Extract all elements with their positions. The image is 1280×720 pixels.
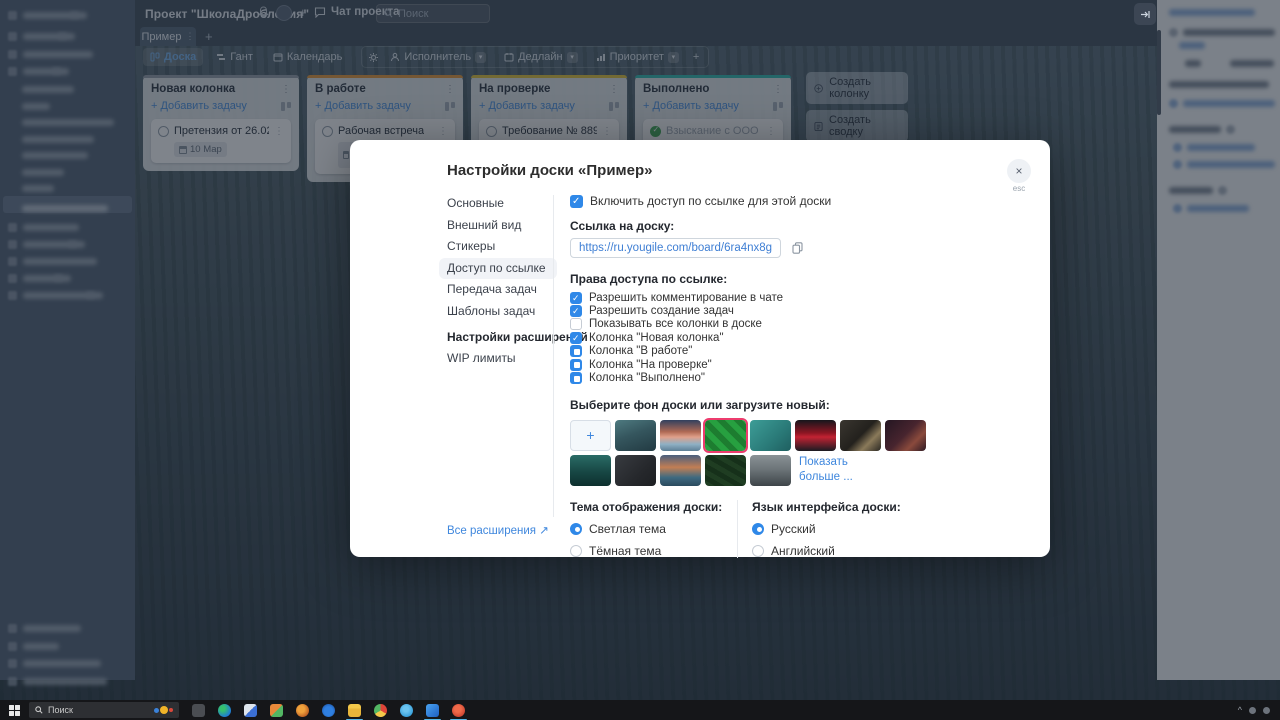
search-highlights-icon (154, 706, 173, 714)
copy-link-icon[interactable] (792, 242, 803, 254)
taskbar-icon-telegram-app[interactable] (400, 703, 413, 717)
taskbar-icon-mail-app[interactable] (244, 703, 257, 717)
checkbox-checked-icon[interactable] (570, 331, 582, 344)
nav-dostup-po-ssylke[interactable]: Доступ по ссылке (439, 257, 557, 279)
checkbox-indeterminate-icon[interactable] (570, 372, 582, 385)
thumb-misty-teal-mountain[interactable] (615, 419, 656, 451)
esc-hint: esc (1012, 184, 1026, 193)
nav-peredacha-zadach[interactable]: Передача задач (439, 279, 557, 301)
settings-nav: Основные Внешний вид Стикеры Доступ по с… (439, 193, 588, 370)
right-allow-create-tasks[interactable]: Разрешить создание задач (570, 304, 950, 318)
thumb-dark-fabric[interactable] (615, 454, 656, 486)
nav-stikery[interactable]: Стикеры (439, 236, 557, 258)
taskbar-icon-photos-app[interactable] (270, 703, 283, 717)
checkbox-unchecked-icon[interactable] (570, 318, 582, 331)
board-link-input[interactable] (570, 238, 781, 258)
background-thumbnails-row1: + (570, 417, 950, 453)
thumb-forest-canopy[interactable] (705, 454, 746, 486)
taskbar-icon-file-explorer[interactable] (346, 703, 363, 720)
start-button[interactable] (9, 704, 20, 716)
windows-taskbar: Поиск ^ (0, 700, 1280, 720)
rights-label: Права доступа по ссылке: (570, 272, 728, 286)
lang-english-radio[interactable]: Английский (752, 544, 919, 558)
thumb-green-leaves-selected[interactable] (703, 417, 748, 453)
nav-osnovnye[interactable]: Основные (439, 193, 557, 215)
taskbar-search-placeholder: Поиск (48, 705, 73, 715)
theme-light-radio[interactable]: Светлая тема (570, 522, 737, 536)
rights-list: Разрешить комментирование в чате Разреши… (570, 291, 950, 385)
theme-dark-radio[interactable]: Тёмная тема (570, 544, 737, 558)
desktop-screen: Проект "ШколаДробления" + Чат проекта По… (0, 0, 1280, 720)
right-allow-comments[interactable]: Разрешить комментирование в чате (570, 291, 950, 304)
modal-title: Настройки доски «Пример» (447, 162, 653, 179)
taskbar-icon-blue-app[interactable] (424, 703, 441, 720)
close-button[interactable]: × (1007, 159, 1031, 183)
right-column-v-rabote[interactable]: Колонка "В работе" (570, 345, 950, 358)
right-column-novaya[interactable]: Колонка "Новая колонка" (570, 331, 950, 344)
collapse-panel-button[interactable] (1134, 3, 1156, 25)
thumb-mountain-lake[interactable] (660, 454, 701, 486)
prefs-divider (737, 499, 738, 558)
thumb-empty-road[interactable] (750, 454, 791, 486)
thumb-dark-flatlay[interactable] (840, 419, 881, 451)
checkbox-indeterminate-icon[interactable] (570, 345, 582, 358)
nav-vneshnij-vid[interactable]: Внешний вид (439, 215, 557, 237)
taskbar-icon-red-app[interactable] (450, 703, 467, 720)
taskbar-icon-chrome-browser[interactable] (374, 703, 387, 717)
taskbar-icon-firefox-browser[interactable] (296, 703, 309, 717)
system-tray[interactable]: ^ (1238, 705, 1270, 715)
taskbar-search-input[interactable]: Поиск (29, 702, 179, 718)
preferences-section: Тема отображения доски: Светлая тема Тём… (570, 499, 950, 558)
thumb-sunset-clouds[interactable] (660, 419, 701, 451)
radio-selected-icon[interactable] (570, 522, 582, 535)
search-icon (35, 706, 43, 714)
checkbox-checked-icon[interactable] (570, 305, 582, 318)
thumb-aerial-teal-sea[interactable] (750, 419, 791, 451)
settings-content: Включить доступ по ссылке для этой доски… (570, 194, 950, 558)
theme-section: Тема отображения доски: Светлая тема Тём… (570, 500, 737, 558)
enable-link-access-checkbox[interactable]: Включить доступ по ссылке для этой доски (570, 194, 950, 208)
nav-shablony-zadach[interactable]: Шаблоны задач (439, 301, 557, 323)
collapse-right-icon (1141, 10, 1150, 18)
taskbar-icon-onedrive[interactable] (322, 703, 335, 717)
background-thumbnails-row2: Показать больше ... (570, 454, 950, 486)
checkbox-checked-icon[interactable] (570, 291, 582, 304)
language-section: Язык интерфейса доски: Русский Английски… (752, 500, 919, 558)
lang-russian-radio[interactable]: Русский (752, 522, 919, 536)
nav-section-extensions: Настройки расширений (447, 330, 588, 344)
tray-icon[interactable] (1263, 706, 1270, 714)
nav-wip-limity[interactable]: WIP лимиты (439, 348, 557, 370)
checkbox-indeterminate-icon[interactable] (570, 358, 582, 371)
thumb-red-car[interactable] (795, 419, 836, 451)
board-link-label: Ссылка на доску: (570, 219, 675, 233)
radio-unselected-icon[interactable] (752, 544, 764, 557)
nav-divider (553, 195, 554, 517)
right-show-all-columns[interactable]: Показывать все колонки в доске (570, 318, 950, 331)
radio-unselected-icon[interactable] (570, 544, 582, 557)
show-more-link[interactable]: Показать больше ... (799, 455, 861, 486)
right-column-vypolneno[interactable]: Колонка "Выполнено" (570, 371, 950, 385)
thumb-teal-waterfall[interactable] (570, 454, 611, 486)
theme-label: Тема отображения доски: (570, 499, 723, 514)
tray-icon[interactable] (1249, 706, 1256, 714)
board-settings-modal: Настройки доски «Пример» × esc Основные … (350, 140, 1050, 558)
all-extensions-link[interactable]: Все расширения ↗ (447, 523, 549, 537)
tray-chevron-icon[interactable]: ^ (1238, 705, 1242, 715)
background-label: Выберите фон доски или загрузите новый: (570, 397, 830, 412)
taskbar-icon-dark-app[interactable] (192, 703, 205, 717)
upload-background-tile[interactable]: + (570, 419, 611, 451)
radio-selected-icon[interactable] (752, 522, 764, 535)
checkbox-checked-icon[interactable] (570, 194, 583, 208)
right-column-na-proverke[interactable]: Колонка "На проверке" (570, 358, 950, 371)
thumb-violin[interactable] (885, 419, 926, 451)
taskbar-icon-edge-browser[interactable] (218, 703, 231, 717)
language-label: Язык интерфейса доски: (752, 499, 901, 514)
